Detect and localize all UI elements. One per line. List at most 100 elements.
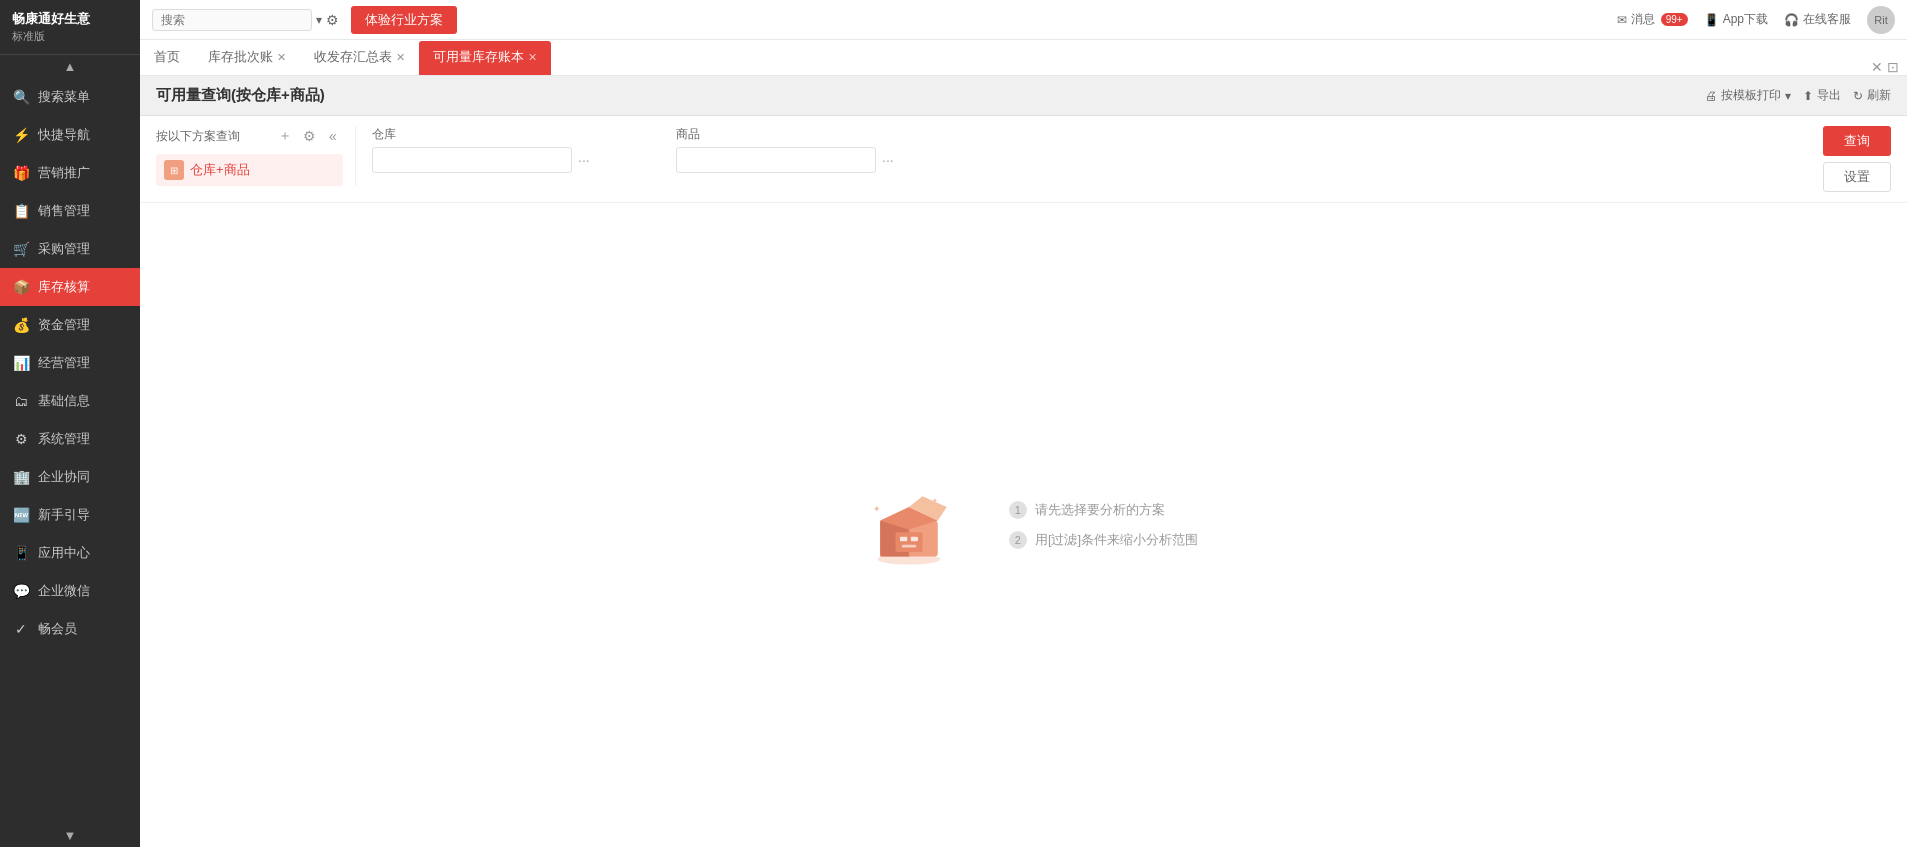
sidebar-item-search[interactable]: 🔍 搜索菜单 [0, 78, 140, 116]
sidebar-item-label: 基础信息 [38, 392, 90, 410]
main-container: ▾ ⚙ 体验行业方案 ✉ 消息 99+ 📱 App下载 🎧 在线客服 Rit [140, 0, 1907, 847]
sidebar-item-label: 快捷导航 [38, 126, 90, 144]
sidebar-item-label: 畅会员 [38, 620, 77, 638]
settings-scheme-btn[interactable]: ⚙ [299, 126, 319, 146]
topbar-search-area: ▾ ⚙ [152, 9, 339, 31]
sidebar-item-shortcut[interactable]: ⚡ 快捷导航 [0, 116, 140, 154]
tab-batch-close[interactable]: ✕ [277, 51, 286, 64]
sidebar-item-sales[interactable]: 📋 销售管理 [0, 192, 140, 230]
product-input[interactable] [676, 147, 876, 173]
topbar: ▾ ⚙ 体验行业方案 ✉ 消息 99+ 📱 App下载 🎧 在线客服 Rit [140, 0, 1907, 40]
print-btn[interactable]: 🖨 按模板打印 ▾ [1705, 87, 1791, 104]
sidebar-item-member[interactable]: ✓ 畅会员 [0, 610, 140, 648]
sidebar-item-label: 应用中心 [38, 544, 90, 562]
filter-settings-btn[interactable]: 设置 [1823, 162, 1891, 192]
tab-available-close[interactable]: ✕ [528, 51, 537, 64]
scheme-item-warehouse-product[interactable]: ⊞ 仓库+商品 [156, 154, 343, 186]
scroll-up-btn[interactable]: ▲ [0, 55, 140, 78]
export-btn[interactable]: ⬆ 导出 [1803, 87, 1841, 104]
tabs-bar: 首页 库存批次账 ✕ 收发存汇总表 ✕ 可用量库存账本 ✕ ✕ ⊡ [140, 40, 1907, 76]
app-version: 标准版 [12, 30, 45, 42]
inventory-icon: 📦 [12, 278, 30, 296]
page-header: 可用量查询(按仓库+商品) 🖨 按模板打印 ▾ ⬆ 导出 ↻ 刷新 [140, 76, 1907, 116]
money-icon: 💰 [12, 316, 30, 334]
trial-btn[interactable]: 体验行业方案 [351, 6, 457, 34]
sidebar-item-marketing[interactable]: 🎁 营销推广 [0, 154, 140, 192]
print-icon: 🖨 [1705, 89, 1717, 103]
tab-available-label: 可用量库存账本 [433, 48, 524, 66]
tab-home[interactable]: 首页 [140, 41, 194, 75]
app-download-label: App下载 [1723, 11, 1768, 28]
cart-icon: 🛒 [12, 240, 30, 258]
close-all-tabs-btn[interactable]: ✕ [1871, 59, 1883, 75]
scroll-down-btn[interactable]: ▼ [0, 824, 140, 847]
filter-scheme-title: 按以下方案查询 [156, 128, 240, 145]
search-settings-btn[interactable]: ⚙ [326, 12, 339, 28]
tip-text-2: 用[过滤]条件来缩小分析范围 [1035, 531, 1198, 549]
online-service-btn[interactable]: 🎧 在线客服 [1784, 11, 1851, 28]
sidebar-item-operation[interactable]: 📊 经营管理 [0, 344, 140, 382]
filter-scheme-panel: 按以下方案查询 ＋ ⚙ « ⊞ 仓库+商品 [156, 126, 356, 186]
filter-field-product: 商品 ··· [676, 126, 956, 173]
chart-icon: 📊 [12, 354, 30, 372]
filter-fields: 仓库 ··· 商品 ··· [356, 126, 1811, 173]
folder-icon: 🗂 [12, 392, 30, 410]
app-name: 畅康通好生意 [12, 10, 128, 28]
search-input[interactable] [152, 9, 312, 31]
sidebar-logo: 畅康通好生意 标准版 [0, 0, 140, 55]
sidebar-item-wechat[interactable]: 💬 企业微信 [0, 572, 140, 610]
sidebar-item-enterprise[interactable]: 🏢 企业协同 [0, 458, 140, 496]
empty-tip-1: 1 请先选择要分析的方案 [1009, 501, 1198, 519]
sidebar-item-capital[interactable]: 💰 资金管理 [0, 306, 140, 344]
gift-icon: 🎁 [12, 164, 30, 182]
sidebar-item-label: 系统管理 [38, 430, 90, 448]
empty-box-icon: ✦ ✦ [864, 480, 954, 570]
query-btn[interactable]: 查询 [1823, 126, 1891, 156]
tab-batch[interactable]: 库存批次账 ✕ [194, 41, 300, 75]
sidebar-item-label: 新手引导 [38, 506, 90, 524]
sidebar-item-label: 经营管理 [38, 354, 90, 372]
message-label: 消息 [1631, 11, 1655, 28]
export-icon: ⬆ [1803, 89, 1813, 103]
tabs-actions: ✕ ⊡ [1871, 59, 1907, 75]
collapse-scheme-btn[interactable]: « [323, 126, 343, 146]
message-badge: 99+ [1661, 13, 1688, 26]
app-icon: 📱 [12, 544, 30, 562]
phone-icon: 📱 [1704, 13, 1719, 27]
filter-actions: 查询 设置 [1811, 126, 1891, 192]
refresh-btn[interactable]: ↻ 刷新 [1853, 87, 1891, 104]
scheme-item-label: 仓库+商品 [190, 161, 250, 179]
tab-summary[interactable]: 收发存汇总表 ✕ [300, 41, 419, 75]
app-download-btn[interactable]: 📱 App下载 [1704, 11, 1768, 28]
sidebar-item-appstore[interactable]: 📱 应用中心 [0, 534, 140, 572]
warehouse-more-btn[interactable]: ··· [578, 152, 590, 168]
warehouse-input[interactable] [372, 147, 572, 173]
sidebar-item-inventory[interactable]: 📦 库存核算 [0, 268, 140, 306]
tab-available[interactable]: 可用量库存账本 ✕ [419, 41, 551, 75]
avatar[interactable]: Rit [1867, 6, 1895, 34]
sidebar-item-system[interactable]: ⚙ 系统管理 [0, 420, 140, 458]
export-label: 导出 [1817, 87, 1841, 104]
filter-field-warehouse: 仓库 ··· [372, 126, 652, 173]
message-btn[interactable]: ✉ 消息 99+ [1617, 11, 1688, 28]
enterprise-icon: 🏢 [12, 468, 30, 486]
product-more-btn[interactable]: ··· [882, 152, 894, 168]
search-icon: 🔍 [12, 88, 30, 106]
topbar-right: ✉ 消息 99+ 📱 App下载 🎧 在线客服 Rit [1617, 6, 1895, 34]
page-header-actions: 🖨 按模板打印 ▾ ⬆ 导出 ↻ 刷新 [1705, 87, 1891, 104]
sidebar-item-guide[interactable]: 🆕 新手引导 [0, 496, 140, 534]
tab-summary-close[interactable]: ✕ [396, 51, 405, 64]
sidebar-item-basic[interactable]: 🗂 基础信息 [0, 382, 140, 420]
sidebar: 畅康通好生意 标准版 ▲ 🔍 搜索菜单 ⚡ 快捷导航 🎁 营销推广 📋 销售管理… [0, 0, 140, 847]
refresh-icon: ↻ [1853, 89, 1863, 103]
member-icon: ✓ [12, 620, 30, 638]
print-dropdown-icon: ▾ [1785, 89, 1791, 103]
add-scheme-btn[interactable]: ＋ [275, 126, 295, 146]
clipboard-icon: 📋 [12, 202, 30, 220]
filter-panel: 按以下方案查询 ＋ ⚙ « ⊞ 仓库+商品 仓库 [140, 116, 1907, 203]
sidebar-item-purchase[interactable]: 🛒 采购管理 [0, 230, 140, 268]
maximize-btn[interactable]: ⊡ [1887, 59, 1899, 75]
search-dropdown-btn[interactable]: ▾ [316, 13, 322, 27]
online-service-label: 在线客服 [1803, 11, 1851, 28]
lightning-icon: ⚡ [12, 126, 30, 144]
